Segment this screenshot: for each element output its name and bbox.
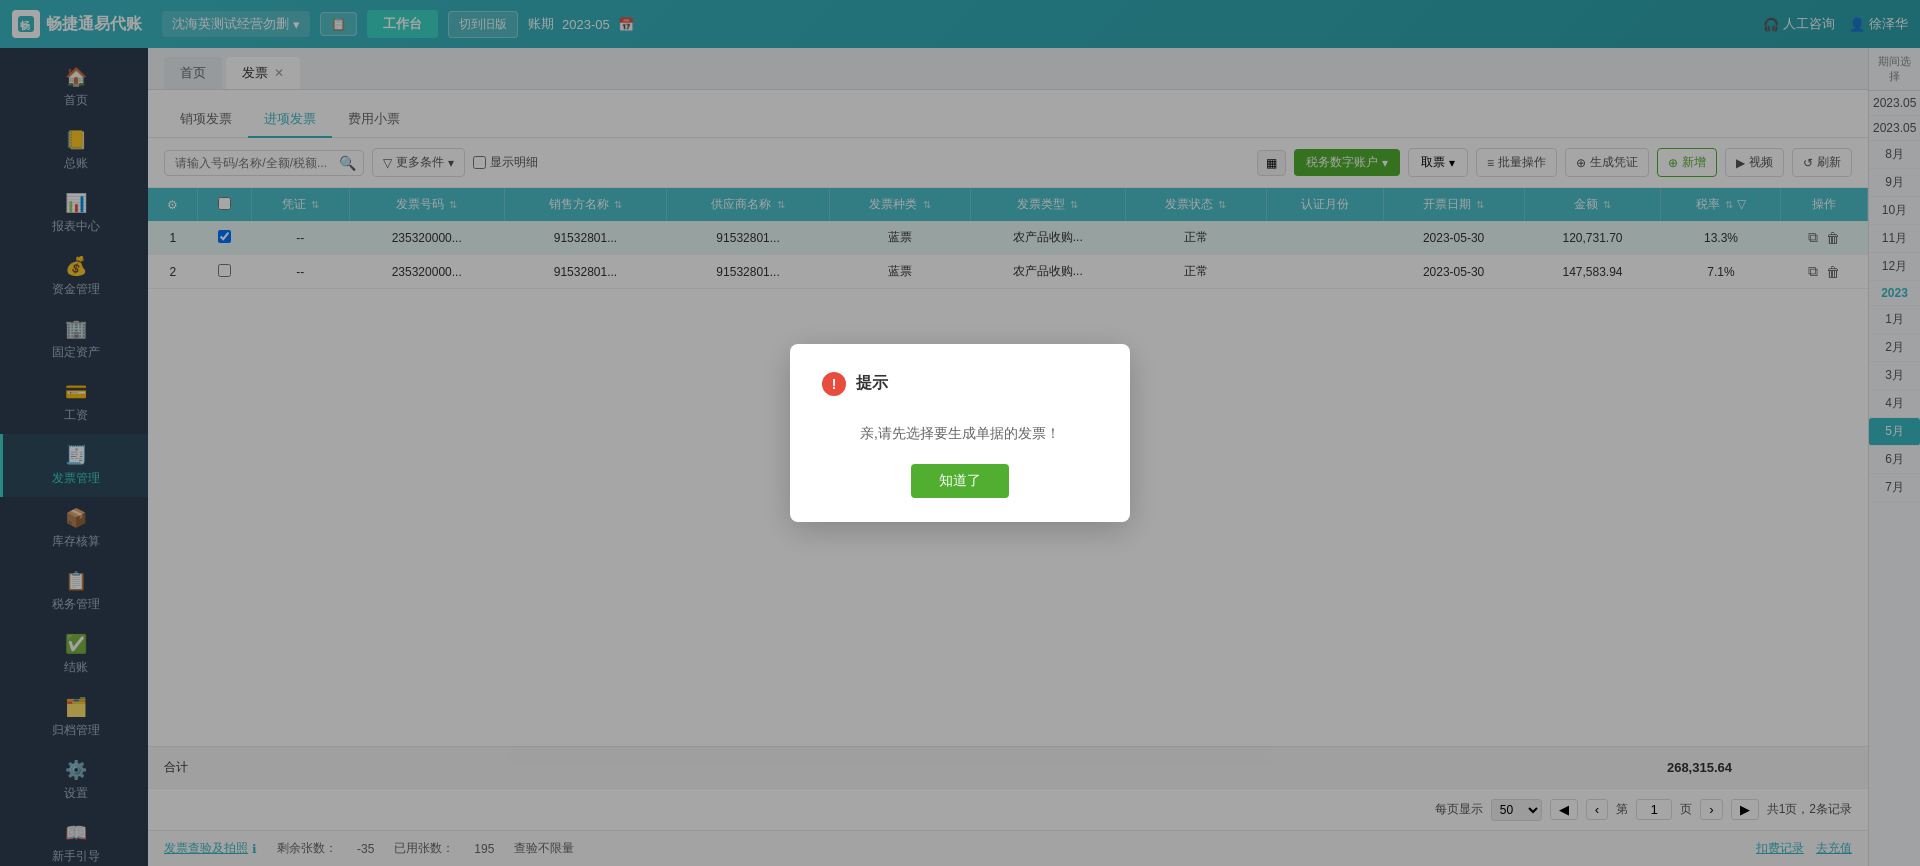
modal-title-row: ! 提示 bbox=[822, 372, 1098, 396]
modal-body: 亲,请先选择要生成单据的发票！ bbox=[822, 414, 1098, 464]
modal-dialog: ! 提示 亲,请先选择要生成单据的发票！ 知道了 bbox=[790, 344, 1130, 522]
modal-overlay[interactable]: ! 提示 亲,请先选择要生成单据的发票！ 知道了 bbox=[0, 0, 1920, 866]
modal-title: 提示 bbox=[856, 373, 888, 394]
modal-warning-icon: ! bbox=[822, 372, 846, 396]
modal-ok-button[interactable]: 知道了 bbox=[911, 464, 1009, 498]
modal-footer: 知道了 bbox=[822, 464, 1098, 498]
